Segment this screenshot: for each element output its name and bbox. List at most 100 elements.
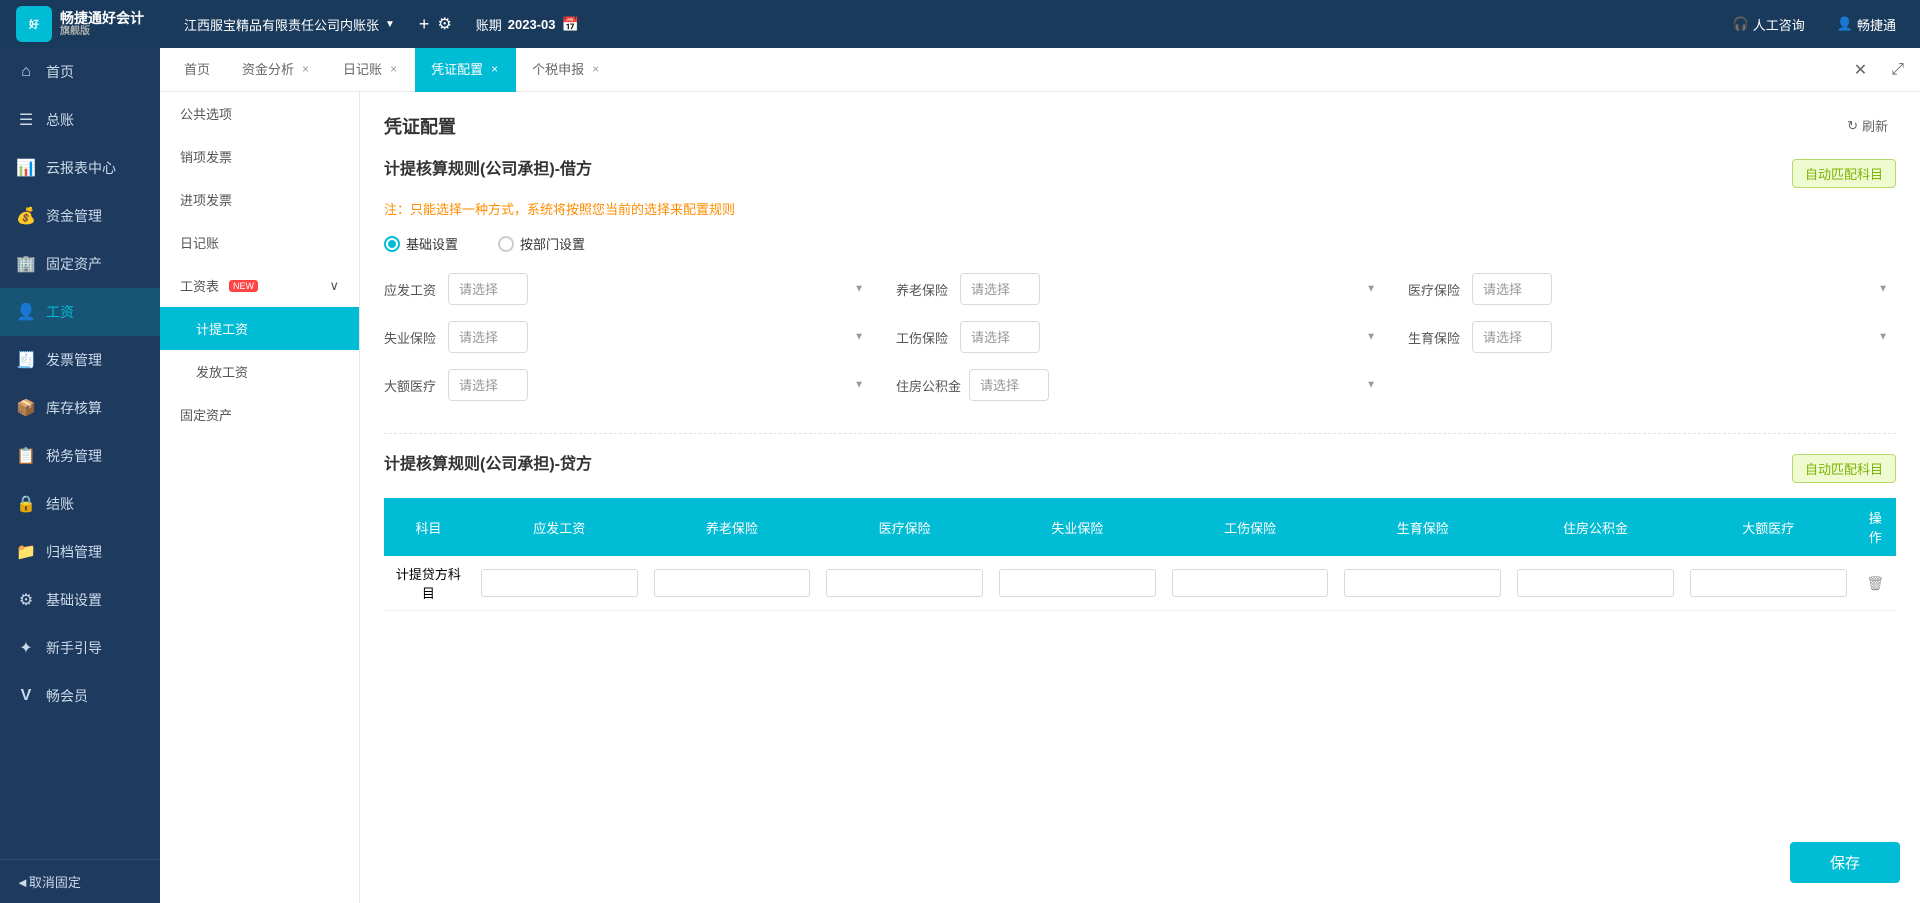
sub-menu-public[interactable]: 公共选项 xyxy=(160,92,359,135)
tab-home[interactable]: 首页 xyxy=(168,48,226,92)
select-shiye[interactable]: 请选择 xyxy=(448,321,528,353)
add-icon[interactable]: + xyxy=(419,14,430,35)
calendar-icon[interactable]: 📅 xyxy=(562,16,579,33)
sidebar-item-stock[interactable]: 📦 库存核算 xyxy=(0,384,160,432)
input-yingfa[interactable] xyxy=(481,569,638,597)
select-daeyiliao[interactable]: 请选择 xyxy=(448,369,528,401)
divider-1 xyxy=(384,433,1896,434)
salary-icon: 👤 xyxy=(16,302,36,322)
asset-icon: 🏢 xyxy=(16,254,36,274)
inner-layout: 公共选项 销项发票 进项发票 日记账 工资表 NEW ∨ 计提工资 xyxy=(160,92,1920,903)
tax-icon: 📋 xyxy=(16,446,36,466)
tab-fund-analysis-close[interactable]: × xyxy=(300,60,311,78)
sidebar-label-settings: 基础设置 xyxy=(46,590,102,610)
sidebar-label-guide: 新手引导 xyxy=(46,638,102,658)
sidebar-item-home[interactable]: ⌂ 首页 xyxy=(0,48,160,96)
tab-journal-close[interactable]: × xyxy=(388,60,399,78)
sidebar-item-salary[interactable]: 👤 工资 xyxy=(0,288,160,336)
select-yanglao[interactable]: 请选择 xyxy=(960,273,1040,305)
tab-fund-analysis[interactable]: 资金分析 × xyxy=(226,48,327,92)
input-gongshang[interactable] xyxy=(1172,569,1329,597)
select-yiliao[interactable]: 请选择 xyxy=(1472,273,1552,305)
td-yanglao-input xyxy=(646,556,819,611)
th-daeyiliao: 大额医疗 xyxy=(1682,498,1855,556)
refresh-label: 刷新 xyxy=(1862,116,1888,135)
sub-menu-accrual-salary-label: 计提工资 xyxy=(196,319,248,338)
td-yiliao-input xyxy=(818,556,991,611)
tab-end-btns: ✕ ⤢ xyxy=(1846,56,1912,84)
sub-menu-journal[interactable]: 日记账 xyxy=(160,221,359,264)
sidebar-item-tax[interactable]: 📋 税务管理 xyxy=(0,432,160,480)
input-daeyiliao[interactable] xyxy=(1690,569,1847,597)
sub-menu-purchase-invoice[interactable]: 进项发票 xyxy=(160,178,359,221)
select-wrapper-yiliao: 请选择 ▼ xyxy=(1472,273,1896,305)
tab-tax-report[interactable]: 个税申报 × xyxy=(516,48,617,92)
input-shengyu[interactable] xyxy=(1344,569,1501,597)
settings-icon[interactable]: ⚙ xyxy=(437,14,451,34)
top-bar-right: 🎧 人工咨询 👤 畅捷通 xyxy=(1725,11,1904,38)
radio-basic[interactable]: 基础设置 xyxy=(384,234,458,253)
debit-auto-match-btn[interactable]: 自动匹配科目 xyxy=(1792,159,1896,188)
tab-expand-icon[interactable]: ⤢ xyxy=(1883,57,1912,83)
user-btn[interactable]: 👤 畅捷通 xyxy=(1829,11,1904,38)
sidebar-item-close[interactable]: 🔒 结账 xyxy=(0,480,160,528)
sidebar-item-fund[interactable]: 💰 资金管理 xyxy=(0,192,160,240)
sub-menu-fixed-assets[interactable]: 固定资产 xyxy=(160,393,359,436)
archive-icon: 📁 xyxy=(16,542,36,562)
sidebar-item-ledger[interactable]: ☰ 总账 xyxy=(0,96,160,144)
select-wrapper-shiye: 请选择 ▼ xyxy=(448,321,872,353)
sidebar-label-report: 云报表中心 xyxy=(46,158,116,178)
select-shengyu[interactable]: 请选择 xyxy=(1472,321,1552,353)
radio-dept-circle xyxy=(498,236,514,252)
debit-radio-group: 基础设置 按部门设置 xyxy=(384,234,1896,253)
radio-dept[interactable]: 按部门设置 xyxy=(498,234,585,253)
user-name: 畅捷通 xyxy=(1857,15,1896,34)
sidebar-item-asset[interactable]: 🏢 固定资产 xyxy=(0,240,160,288)
ai-consult-btn[interactable]: 🎧 人工咨询 xyxy=(1725,11,1813,38)
cancel-fixed-btn[interactable]: ◄取消固定 xyxy=(0,859,160,903)
sidebar-item-report[interactable]: 📊 云报表中心 xyxy=(0,144,160,192)
sub-menu-salary-table[interactable]: 工资表 NEW ∨ xyxy=(160,264,359,307)
select-yingfa-salary[interactable]: 请选择 xyxy=(448,273,528,305)
input-zhufang[interactable] xyxy=(1517,569,1674,597)
sidebar-label-invoice: 发票管理 xyxy=(46,350,102,370)
refresh-btn[interactable]: ↻ 刷新 xyxy=(1839,112,1896,139)
sidebar-item-guide[interactable]: ✦ 新手引导 xyxy=(0,624,160,672)
input-yiliao[interactable] xyxy=(826,569,983,597)
sub-menu-pay-salary[interactable]: 发放工资 xyxy=(160,350,359,393)
stock-icon: 📦 xyxy=(16,398,36,418)
credit-table: 科目 应发工资 养老保险 医疗保险 失业保险 工伤保险 生育保险 住房公积金 大… xyxy=(384,498,1896,611)
credit-section: 计提核算规则(公司承担)-贷方 自动匹配科目 科目 应发工资 养老保险 医疗保险… xyxy=(384,450,1896,611)
tab-journal[interactable]: 日记账 × xyxy=(327,48,415,92)
sub-menu-sales-invoice[interactable]: 销项发票 xyxy=(160,135,359,178)
select-gongshang[interactable]: 请选择 xyxy=(960,321,1040,353)
tab-close-all-icon[interactable]: ✕ xyxy=(1846,56,1875,84)
input-yanglao[interactable] xyxy=(654,569,811,597)
save-button[interactable]: 保存 xyxy=(1790,842,1900,883)
tab-voucher-config-close[interactable]: × xyxy=(489,60,500,78)
sidebar-label-fund: 资金管理 xyxy=(46,206,102,226)
company-selector[interactable]: 江西服宝精品有限责任公司内账张 ▼ xyxy=(176,11,403,38)
sub-menu-sales-invoice-label: 销项发票 xyxy=(180,147,232,166)
credit-auto-match-btn[interactable]: 自动匹配科目 xyxy=(1792,454,1896,483)
field-gongshang: 工伤保险 请选择 ▼ xyxy=(896,321,1384,353)
th-zhufang: 住房公积金 xyxy=(1509,498,1682,556)
select-wrapper-daeyiliao: 请选择 ▼ xyxy=(448,369,872,401)
sidebar-item-invoice[interactable]: 🧾 发票管理 xyxy=(0,336,160,384)
sidebar-item-member[interactable]: V 畅会员 xyxy=(0,672,160,720)
sidebar-item-archive[interactable]: 📁 归档管理 xyxy=(0,528,160,576)
tab-voucher-config[interactable]: 凭证配置 × xyxy=(415,48,516,92)
input-shiye[interactable] xyxy=(999,569,1156,597)
field-yingfa-salary: 应发工资 请选择 ▼ xyxy=(384,273,872,305)
sub-menu-accrual-salary[interactable]: 计提工资 xyxy=(160,307,359,350)
th-yingfa: 应发工资 xyxy=(473,498,646,556)
select-zhufang[interactable]: 请选择 xyxy=(969,369,1049,401)
sidebar-item-settings[interactable]: ⚙ 基础设置 xyxy=(0,576,160,624)
period-selector[interactable]: 账期 2023-03 📅 xyxy=(476,15,579,34)
delete-row-icon[interactable]: 🗑 xyxy=(1866,575,1884,591)
headphone-icon: 🎧 xyxy=(1733,16,1749,32)
debit-section-title: 计提核算规则(公司承担)-借方 xyxy=(384,155,592,179)
user-avatar-icon: 👤 xyxy=(1837,16,1853,32)
td-daeyiliao-input xyxy=(1682,556,1855,611)
tab-tax-report-close[interactable]: × xyxy=(590,60,601,78)
